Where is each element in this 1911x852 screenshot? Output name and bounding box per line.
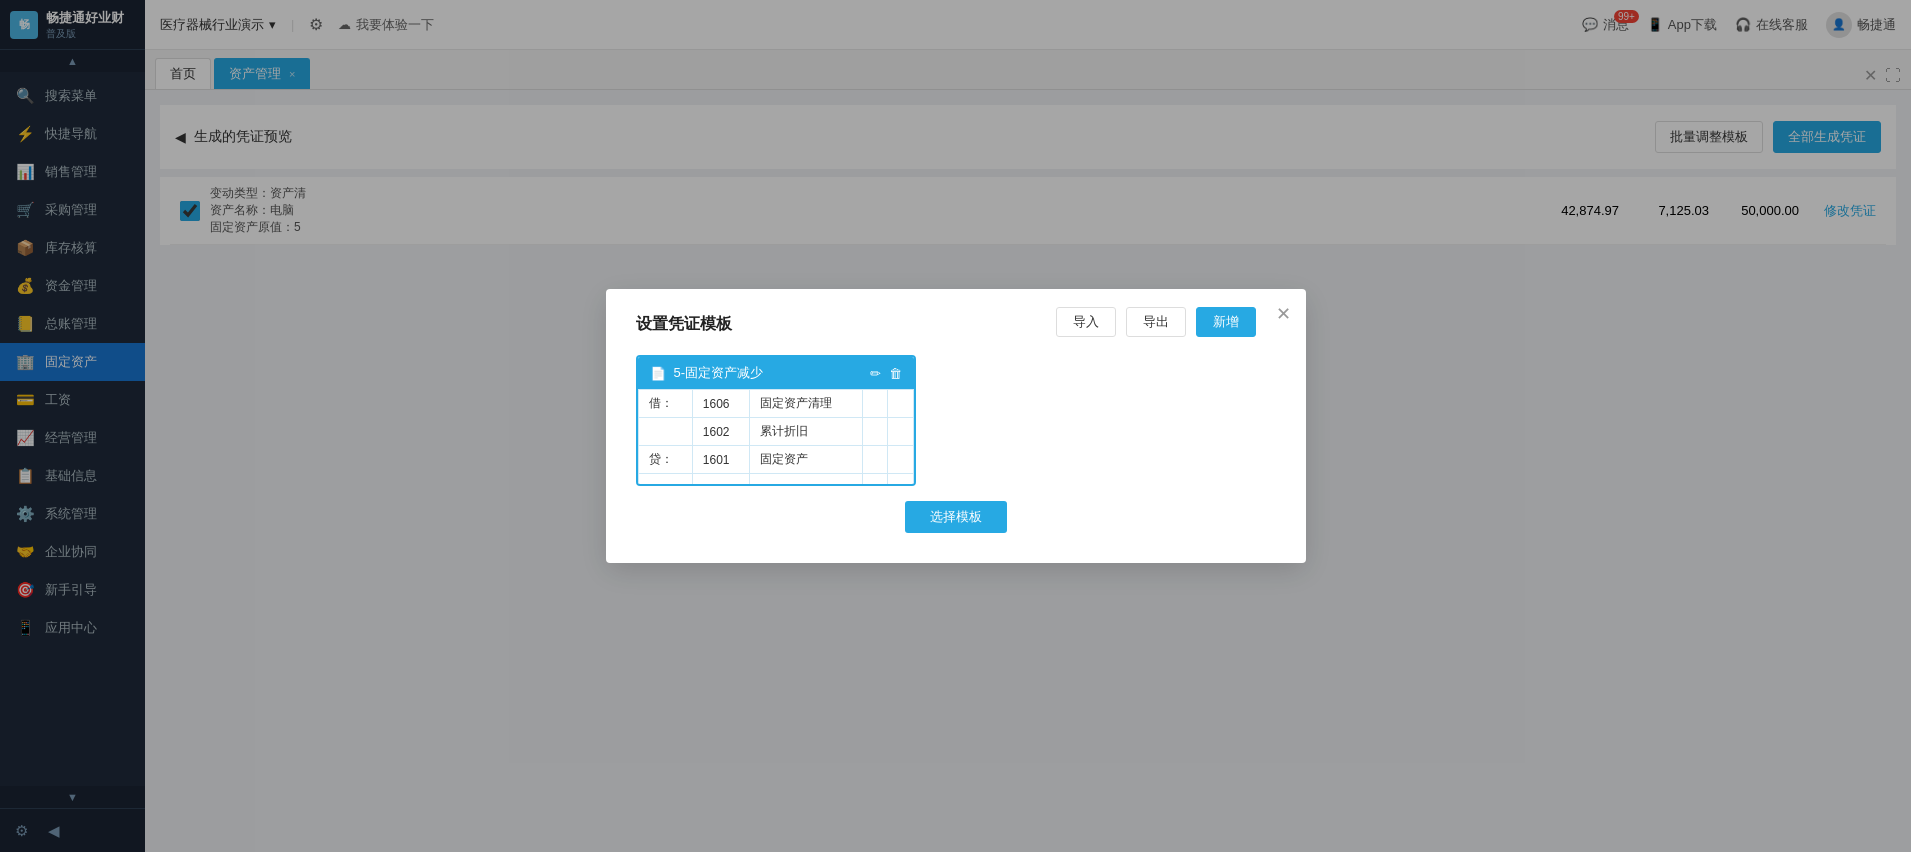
template-edit-icon[interactable]: ✏ (870, 366, 881, 381)
template-row-2: 1602 累计折旧 (638, 418, 913, 446)
name-cell (750, 474, 862, 485)
col4-cell (888, 390, 913, 418)
code-cell: 1602 (692, 418, 750, 446)
code-cell (692, 474, 750, 485)
col3-cell (862, 418, 887, 446)
template-card-header: 📄 5-固定资产减少 ✏ 🗑 (638, 357, 914, 389)
name-cell: 固定资产清理 (750, 390, 862, 418)
col4-cell (888, 446, 913, 474)
name-cell: 累计折旧 (750, 418, 862, 446)
new-btn[interactable]: 新增 (1196, 307, 1256, 337)
col3-cell (862, 390, 887, 418)
select-template-btn[interactable]: 选择模板 (905, 501, 1007, 533)
col4-cell (888, 418, 913, 446)
modal-dialog: 设置凭证模板 ✕ 导入 导出 新增 📄 5-固定资产减少 ✏ 🗑 借： 1606… (606, 289, 1306, 563)
modal-close-btn[interactable]: ✕ (1276, 303, 1291, 325)
side-cell (638, 418, 692, 446)
code-cell: 1606 (692, 390, 750, 418)
template-title: 5-固定资产减少 (674, 364, 862, 382)
template-table: 借： 1606 固定资产清理 1602 累计折旧 贷： (638, 389, 914, 484)
export-btn[interactable]: 导出 (1126, 307, 1186, 337)
template-doc-icon: 📄 (650, 366, 666, 381)
col4-cell (888, 474, 913, 485)
import-btn[interactable]: 导入 (1056, 307, 1116, 337)
template-delete-icon[interactable]: 🗑 (889, 366, 902, 381)
template-row-1: 借： 1606 固定资产清理 (638, 390, 913, 418)
side-cell (638, 474, 692, 485)
side-cell: 贷： (638, 446, 692, 474)
code-cell: 1601 (692, 446, 750, 474)
template-row-3: 贷： 1601 固定资产 (638, 446, 913, 474)
template-card: 📄 5-固定资产减少 ✏ 🗑 借： 1606 固定资产清理 1 (636, 355, 916, 486)
modal-overlay: 设置凭证模板 ✕ 导入 导出 新增 📄 5-固定资产减少 ✏ 🗑 借： 1606… (0, 0, 1911, 852)
col3-cell (862, 474, 887, 485)
template-row-4 (638, 474, 913, 485)
name-cell: 固定资产 (750, 446, 862, 474)
col3-cell (862, 446, 887, 474)
side-cell: 借： (638, 390, 692, 418)
modal-actions: 导入 导出 新增 (1056, 307, 1256, 337)
